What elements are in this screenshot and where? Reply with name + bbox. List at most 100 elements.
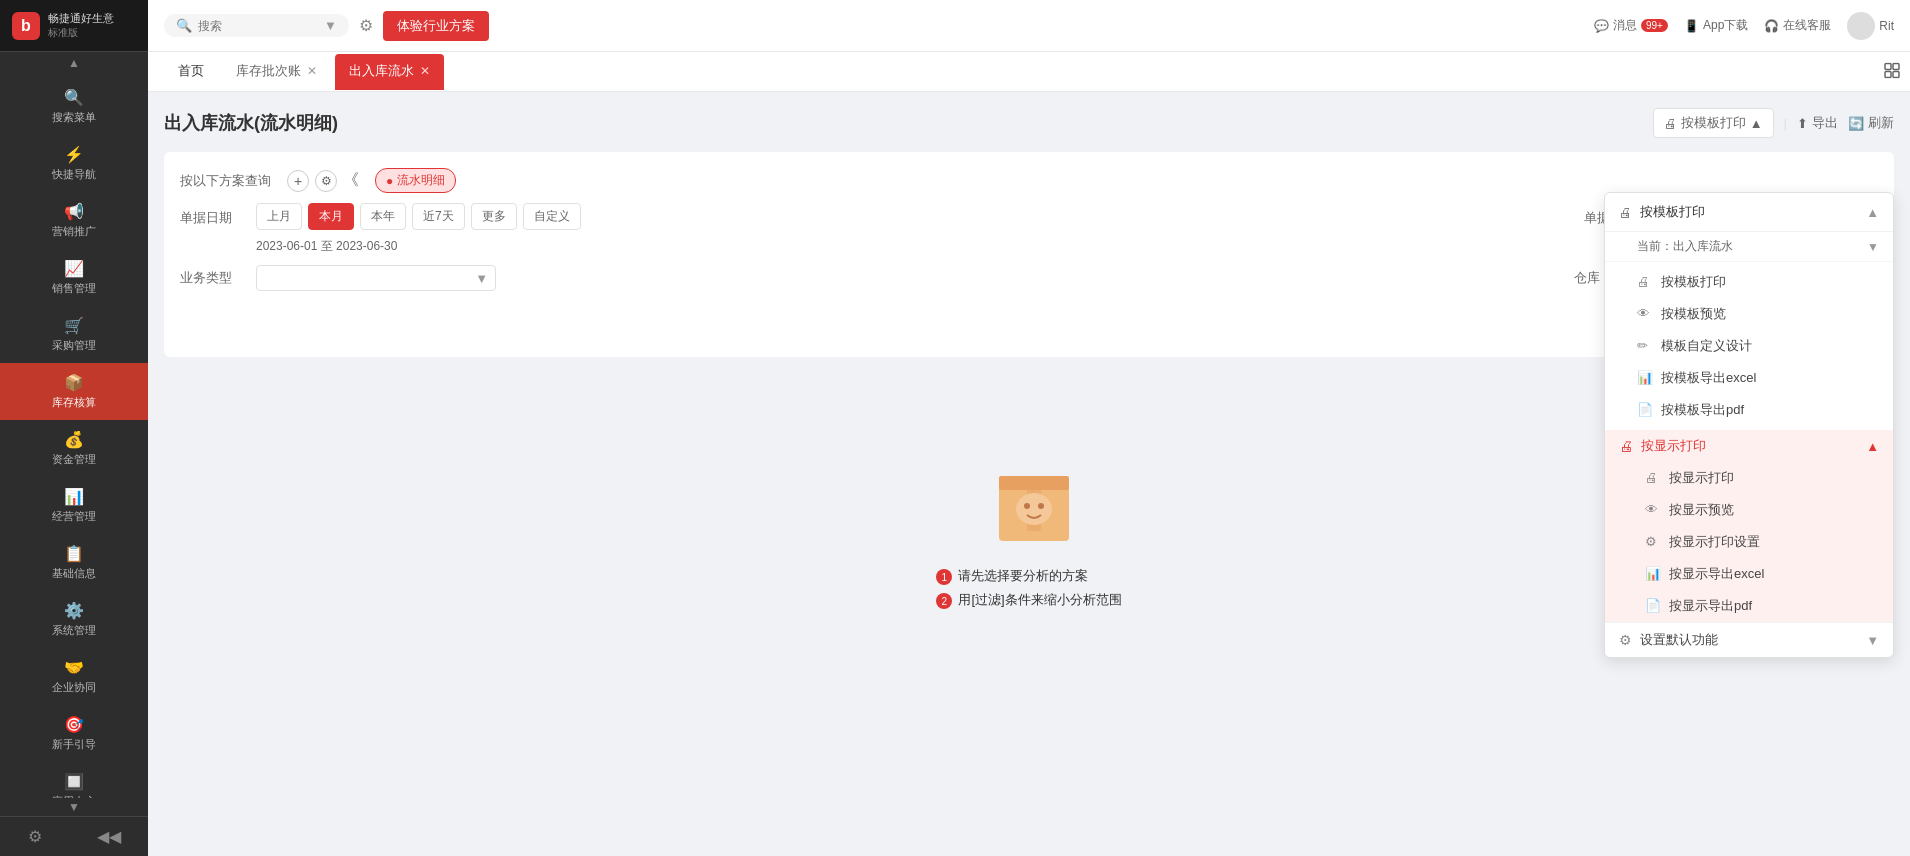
settings-gear-icon[interactable]: ⚙ xyxy=(359,16,373,35)
dropdown-display-section-header[interactable]: 🖨 按显示打印 ▲ xyxy=(1605,430,1893,462)
app-download-button[interactable]: 📱 App下载 xyxy=(1684,17,1748,34)
empty-text: 1 请先选择要分析的方案 2 用[过滤]条件来缩小分析范围 xyxy=(936,567,1121,609)
date-btn-more[interactable]: 更多 xyxy=(471,203,517,230)
dropdown-display-preview[interactable]: 👁 按显示预览 xyxy=(1605,494,1893,526)
download-icon: 📱 xyxy=(1684,19,1699,33)
sidebar-item-marketing[interactable]: 📢 营销推广 xyxy=(0,192,148,249)
dropdown-display-pdf[interactable]: 📄 按显示导出pdf xyxy=(1605,590,1893,622)
messages-button[interactable]: 💬 消息 99+ xyxy=(1594,17,1668,34)
date-filter-options: 上月 本月 本年 近7天 更多 自定义 xyxy=(256,203,581,230)
sidebar-logo: b 畅捷通好生意 标准版 xyxy=(0,0,148,52)
sidebar-item-guide[interactable]: 🎯 新手引导 xyxy=(0,705,148,762)
sidebar-item-inventory[interactable]: 📦 库存核算 xyxy=(0,363,148,420)
svg-point-8 xyxy=(1024,503,1030,509)
sidebar-scroll-down[interactable]: ▼ xyxy=(68,800,80,814)
collab-icon: 🤝 xyxy=(64,658,84,677)
sidebar-item-collab[interactable]: 🤝 企业协同 xyxy=(0,648,148,705)
sidebar-item-label: 资金管理 xyxy=(52,452,96,467)
filter-active-tag[interactable]: ● 流水明细 xyxy=(375,168,456,193)
dropdown-footer-title: ⚙ 设置默认功能 xyxy=(1619,631,1718,649)
tab-home[interactable]: 首页 xyxy=(164,54,218,90)
template-excel-label: 按模板导出excel xyxy=(1661,369,1756,387)
search-input[interactable] xyxy=(198,19,318,33)
sidebar-scroll-up[interactable]: ▲ xyxy=(68,56,80,70)
dropdown-template-excel[interactable]: 📊 按模板导出excel xyxy=(1605,362,1893,394)
topbar-search-box[interactable]: 🔍 ▼ xyxy=(164,14,349,37)
date-btn-last7[interactable]: 近7天 xyxy=(412,203,465,230)
tab-home-label: 首页 xyxy=(178,62,204,80)
purchase-icon: 🛒 xyxy=(64,316,84,335)
settings-icon-footer: ⚙ xyxy=(1619,632,1632,648)
collapse-icon[interactable]: ◀◀ xyxy=(97,827,121,846)
dropdown-current-item[interactable]: 当前：出入库流水 ▼ xyxy=(1605,232,1893,262)
tab-batch-close-icon[interactable]: ✕ xyxy=(307,64,317,78)
sidebar-item-basic[interactable]: 📋 基础信息 xyxy=(0,534,148,591)
sidebar-item-search[interactable]: 🔍 搜索菜单 xyxy=(0,78,148,135)
print-button[interactable]: 🖨 按模板打印 ▲ xyxy=(1653,108,1774,138)
sidebar-item-system[interactable]: ⚙️ 系统管理 xyxy=(0,591,148,648)
tab-flow[interactable]: 出入库流水 ✕ xyxy=(335,54,444,90)
warehouse-label: 仓库 xyxy=(1574,269,1604,287)
settings-icon[interactable]: ⚙ xyxy=(28,827,42,846)
refresh-button[interactable]: 🔄 刷新 xyxy=(1848,114,1894,132)
tab-expand-icon[interactable] xyxy=(1884,62,1900,81)
sidebar-item-label: 系统管理 xyxy=(52,623,96,638)
filter-gear-button[interactable]: ⚙ xyxy=(315,170,337,192)
industry-solution-button[interactable]: 体验行业方案 xyxy=(383,11,489,41)
dropdown-template-pdf[interactable]: 📄 按模板导出pdf xyxy=(1605,394,1893,426)
empty-illustration xyxy=(979,451,1079,551)
sidebar-item-label: 销售管理 xyxy=(52,281,96,296)
filter-collapse-button[interactable]: 《 xyxy=(343,170,359,191)
date-btn-last-month[interactable]: 上月 xyxy=(256,203,302,230)
dropdown-footer[interactable]: ⚙ 设置默认功能 ▼ xyxy=(1605,622,1893,657)
current-arrow-icon: ▼ xyxy=(1867,240,1879,254)
filter-row-scheme: 按以下方案查询 + ⚙ 《 ● 流水明细 xyxy=(180,168,1878,193)
search-dropdown-icon[interactable]: ▼ xyxy=(324,18,337,33)
dropdown-collapse-icon[interactable]: ▲ xyxy=(1866,205,1879,220)
display-collapse-icon[interactable]: ▲ xyxy=(1866,439,1879,454)
empty-step-1: 1 请先选择要分析的方案 xyxy=(936,567,1121,585)
business-type-select[interactable] xyxy=(256,265,496,291)
search-icon: 🔍 xyxy=(64,88,84,107)
step-1-text: 请先选择要分析的方案 xyxy=(958,567,1088,585)
sidebar-item-apps[interactable]: 🔲 应用中心 xyxy=(0,762,148,798)
date-btn-custom[interactable]: 自定义 xyxy=(523,203,581,230)
filter-add-button[interactable]: + xyxy=(287,170,309,192)
app-download-label: App下载 xyxy=(1703,17,1748,34)
dropdown-header[interactable]: 🖨 按模板打印 ▲ xyxy=(1605,193,1893,232)
sidebar-item-purchase[interactable]: 🛒 采购管理 xyxy=(0,306,148,363)
dropdown-display-print[interactable]: 🖨 按显示打印 xyxy=(1605,462,1893,494)
date-btn-current-year[interactable]: 本年 xyxy=(360,203,406,230)
user-avatar-button[interactable]: Rit xyxy=(1847,12,1894,40)
sidebar-item-finance[interactable]: 💰 资金管理 xyxy=(0,420,148,477)
dropdown-template-print[interactable]: 🖨 按模板打印 xyxy=(1605,266,1893,298)
customer-service-label: 在线客服 xyxy=(1783,17,1831,34)
sidebar-item-sales[interactable]: 📈 销售管理 xyxy=(0,249,148,306)
print-dropdown-panel: 🖨 按模板打印 ▲ 当前：出入库流水 ▼ 🖨 按模板打印 👁 按模板预览 xyxy=(1604,192,1894,658)
display-excel-label: 按显示导出excel xyxy=(1669,565,1764,583)
dropdown-header-title: 🖨 按模板打印 xyxy=(1619,203,1705,221)
page-actions: 🖨 按模板打印 ▲ | ⬆ 导出 🔄 刷新 xyxy=(1653,108,1894,138)
excel-icon: 📊 xyxy=(1637,370,1653,386)
sidebar-item-label: 搜索菜单 xyxy=(52,110,96,125)
current-flow-label: 当前：出入库流水 xyxy=(1637,238,1733,255)
dropdown-display-settings[interactable]: ⚙ 按显示打印设置 xyxy=(1605,526,1893,558)
tab-batch[interactable]: 库存批次账 ✕ xyxy=(222,54,331,90)
export-button[interactable]: ⬆ 导出 xyxy=(1797,114,1838,132)
search-icon: 🔍 xyxy=(176,18,192,33)
empty-step-2: 2 用[过滤]条件来缩小分析范围 xyxy=(936,591,1121,609)
sidebar-item-operations[interactable]: 📊 经营管理 xyxy=(0,477,148,534)
print-label: 按模板打印 xyxy=(1681,114,1746,132)
dropdown-display-excel[interactable]: 📊 按显示导出excel xyxy=(1605,558,1893,590)
dropdown-template-custom[interactable]: ✏ 模板自定义设计 xyxy=(1605,330,1893,362)
messages-label: 消息 xyxy=(1613,17,1637,34)
date-btn-current-month[interactable]: 本月 xyxy=(308,203,354,230)
tab-flow-close-icon[interactable]: ✕ xyxy=(420,64,430,78)
date-field-label: 单据日期 xyxy=(180,209,240,227)
sidebar-item-label: 新手引导 xyxy=(52,737,96,752)
messages-badge: 99+ xyxy=(1641,19,1668,32)
customer-service-button[interactable]: 🎧 在线客服 xyxy=(1764,17,1831,34)
dropdown-template-preview[interactable]: 👁 按模板预览 xyxy=(1605,298,1893,330)
tabbar: 首页 库存批次账 ✕ 出入库流水 ✕ xyxy=(148,52,1910,92)
sidebar-item-quicknav[interactable]: ⚡ 快捷导航 xyxy=(0,135,148,192)
